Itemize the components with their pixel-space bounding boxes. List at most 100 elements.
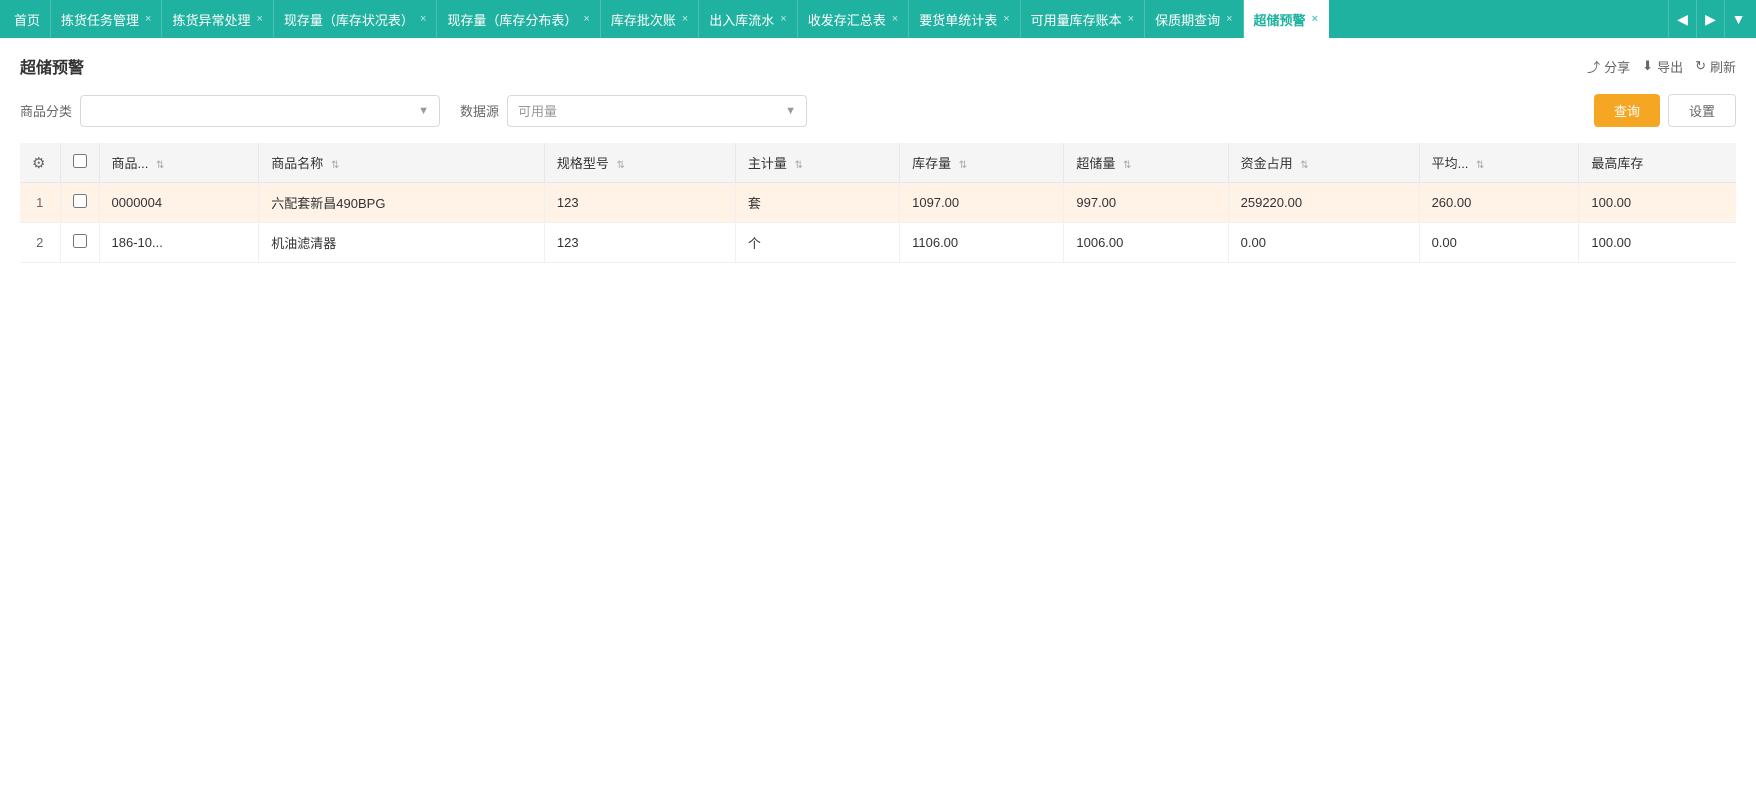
row-check-2[interactable] — [60, 223, 99, 263]
row-unit-1: 套 — [735, 183, 899, 223]
nav-tab-order-stat[interactable]: 要货单统计表 × — [909, 0, 1020, 38]
chevron-down-icon-2: ▼ — [785, 105, 796, 117]
sort-icon-avg: ⇅ — [1476, 160, 1484, 171]
datasource-label: 数据源 — [460, 101, 499, 120]
nav-menu-button[interactable]: ▼ — [1724, 0, 1752, 38]
settings-icon[interactable]: ⚙ — [32, 155, 45, 172]
close-tab-stock-dist[interactable]: × — [583, 13, 589, 25]
th-spec[interactable]: 规格型号 ⇅ — [544, 143, 735, 183]
close-tab-task-mgmt[interactable]: × — [145, 13, 151, 25]
nav-tab-inout-flow[interactable]: 出入库流水 × — [699, 0, 797, 38]
row-num-1: 1 — [20, 183, 60, 223]
header-actions: ⤴ 分享 ⬇ 导出 ↻ 刷新 — [1587, 57, 1736, 76]
close-tab-available[interactable]: × — [1128, 13, 1134, 25]
close-tab-inout-flow[interactable]: × — [780, 13, 786, 25]
page-title: 超储预警 — [20, 54, 84, 78]
sort-icon-name: ⇅ — [331, 160, 339, 171]
sort-icon-stock: ⇅ — [959, 160, 967, 171]
nav-arrows: ◀ ▶ ▼ — [1668, 0, 1752, 38]
row-num-2: 2 — [20, 223, 60, 263]
row-max-stock-1: 100.00 — [1579, 183, 1736, 223]
share-icon: ⤴ — [1587, 57, 1600, 76]
nav-tab-stock-dist[interactable]: 现存量（库存分布表） × — [437, 0, 600, 38]
th-name[interactable]: 商品名称 ⇅ — [259, 143, 545, 183]
row-avg-1: 260.00 — [1419, 183, 1579, 223]
sort-icon-overstock: ⇅ — [1123, 160, 1131, 171]
filter-actions: 查询 设置 — [1594, 94, 1736, 127]
close-tab-collect-send[interactable]: × — [892, 13, 898, 25]
row-spec-2: 123 — [544, 223, 735, 263]
row-avg-2: 0.00 — [1419, 223, 1579, 263]
row-code-2: 186-10... — [99, 223, 259, 263]
sort-icon-unit: ⇅ — [794, 160, 802, 171]
close-tab-order-stat[interactable]: × — [1003, 13, 1009, 25]
datasource-filter: 数据源 可用量 ▼ — [460, 95, 807, 127]
th-overstock[interactable]: 超储量 ⇅ — [1064, 143, 1228, 183]
export-button[interactable]: ⬇ 导出 — [1642, 57, 1683, 76]
row-name-1: 六配套新昌490BPG — [259, 183, 545, 223]
nav-tab-collect-send[interactable]: 收发存汇总表 × — [798, 0, 909, 38]
close-tab-quality[interactable]: × — [1226, 13, 1232, 25]
th-unit[interactable]: 主计量 ⇅ — [735, 143, 899, 183]
row-code-1: 0000004 — [99, 183, 259, 223]
row-stock-1: 1097.00 — [900, 183, 1064, 223]
nav-tab-overstock[interactable]: 超储预警 × — [1244, 0, 1329, 38]
nav-tab-quality[interactable]: 保质期查询 × — [1145, 0, 1243, 38]
close-tab-stock-status[interactable]: × — [420, 13, 426, 25]
datasource-select[interactable]: 可用量 ▼ — [507, 95, 807, 127]
refresh-button[interactable]: ↻ 刷新 — [1695, 57, 1736, 76]
th-avg[interactable]: 平均... ⇅ — [1419, 143, 1579, 183]
row-spec-1: 123 — [544, 183, 735, 223]
row-max-stock-2: 100.00 — [1579, 223, 1736, 263]
nav-tab-home[interactable]: 首页 — [4, 0, 51, 38]
row-check-1[interactable] — [60, 183, 99, 223]
row-checkbox-1[interactable] — [73, 194, 87, 208]
page-header: 超储预警 ⤴ 分享 ⬇ 导出 ↻ 刷新 — [20, 54, 1736, 78]
table-header-row: ⚙ 商品... ⇅ 商品名称 ⇅ 规格型号 ⇅ 主计量 — [20, 143, 1736, 183]
export-icon: ⬇ — [1642, 58, 1653, 74]
close-tab-abnormal[interactable]: × — [256, 13, 262, 25]
select-all-checkbox[interactable] — [73, 154, 87, 168]
nav-tab-abnormal[interactable]: 拣货异常处理 × — [162, 0, 273, 38]
th-code[interactable]: 商品... ⇅ — [99, 143, 259, 183]
th-stock[interactable]: 库存量 ⇅ — [900, 143, 1064, 183]
row-capital-1: 259220.00 — [1228, 183, 1419, 223]
settings-button[interactable]: 设置 — [1668, 94, 1736, 127]
query-button[interactable]: 查询 — [1594, 94, 1660, 127]
datasource-value: 可用量 — [518, 101, 557, 120]
table-row: 1 0000004 六配套新昌490BPG 123 套 1097.00 997.… — [20, 183, 1736, 223]
close-tab-batch[interactable]: × — [682, 13, 688, 25]
th-capital[interactable]: 资金占用 ⇅ — [1228, 143, 1419, 183]
nav-prev-button[interactable]: ◀ — [1668, 0, 1696, 38]
category-select[interactable]: ▼ — [80, 95, 440, 127]
row-unit-2: 个 — [735, 223, 899, 263]
sort-icon-code: ⇅ — [156, 160, 164, 171]
chevron-down-icon: ▼ — [418, 105, 429, 117]
th-gear: ⚙ — [20, 143, 60, 183]
th-max-stock[interactable]: 最高库存 — [1579, 143, 1736, 183]
row-overstock-1: 997.00 — [1064, 183, 1228, 223]
row-checkbox-2[interactable] — [73, 234, 87, 248]
close-tab-overstock[interactable]: × — [1312, 13, 1318, 25]
top-nav: 首页 拣货任务管理 × 拣货异常处理 × 现存量（库存状况表） × 现存量（库存… — [0, 0, 1756, 38]
table-row: 2 186-10... 机油滤清器 123 个 1106.00 1006.00 … — [20, 223, 1736, 263]
nav-tab-available[interactable]: 可用量库存账本 × — [1021, 0, 1145, 38]
nav-next-button[interactable]: ▶ — [1696, 0, 1724, 38]
row-overstock-2: 1006.00 — [1064, 223, 1228, 263]
nav-tab-batch[interactable]: 库存批次账 × — [601, 0, 699, 38]
page-content: 超储预警 ⤴ 分享 ⬇ 导出 ↻ 刷新 商品分类 ▼ 数据源 — [0, 38, 1756, 800]
data-table: ⚙ 商品... ⇅ 商品名称 ⇅ 规格型号 ⇅ 主计量 — [20, 143, 1736, 263]
nav-tab-task-mgmt[interactable]: 拣货任务管理 × — [51, 0, 162, 38]
row-name-2: 机油滤清器 — [259, 223, 545, 263]
filter-row: 商品分类 ▼ 数据源 可用量 ▼ 查询 设置 — [20, 94, 1736, 127]
sort-icon-capital: ⇅ — [1300, 160, 1308, 171]
row-stock-2: 1106.00 — [900, 223, 1064, 263]
share-button[interactable]: ⤴ 分享 — [1587, 57, 1630, 76]
sort-icon-spec: ⇅ — [617, 160, 625, 171]
nav-tab-stock-status[interactable]: 现存量（库存状况表） × — [274, 0, 437, 38]
category-label: 商品分类 — [20, 101, 72, 120]
category-filter: 商品分类 ▼ — [20, 95, 440, 127]
th-check — [60, 143, 99, 183]
refresh-icon: ↻ — [1695, 58, 1706, 74]
row-capital-2: 0.00 — [1228, 223, 1419, 263]
